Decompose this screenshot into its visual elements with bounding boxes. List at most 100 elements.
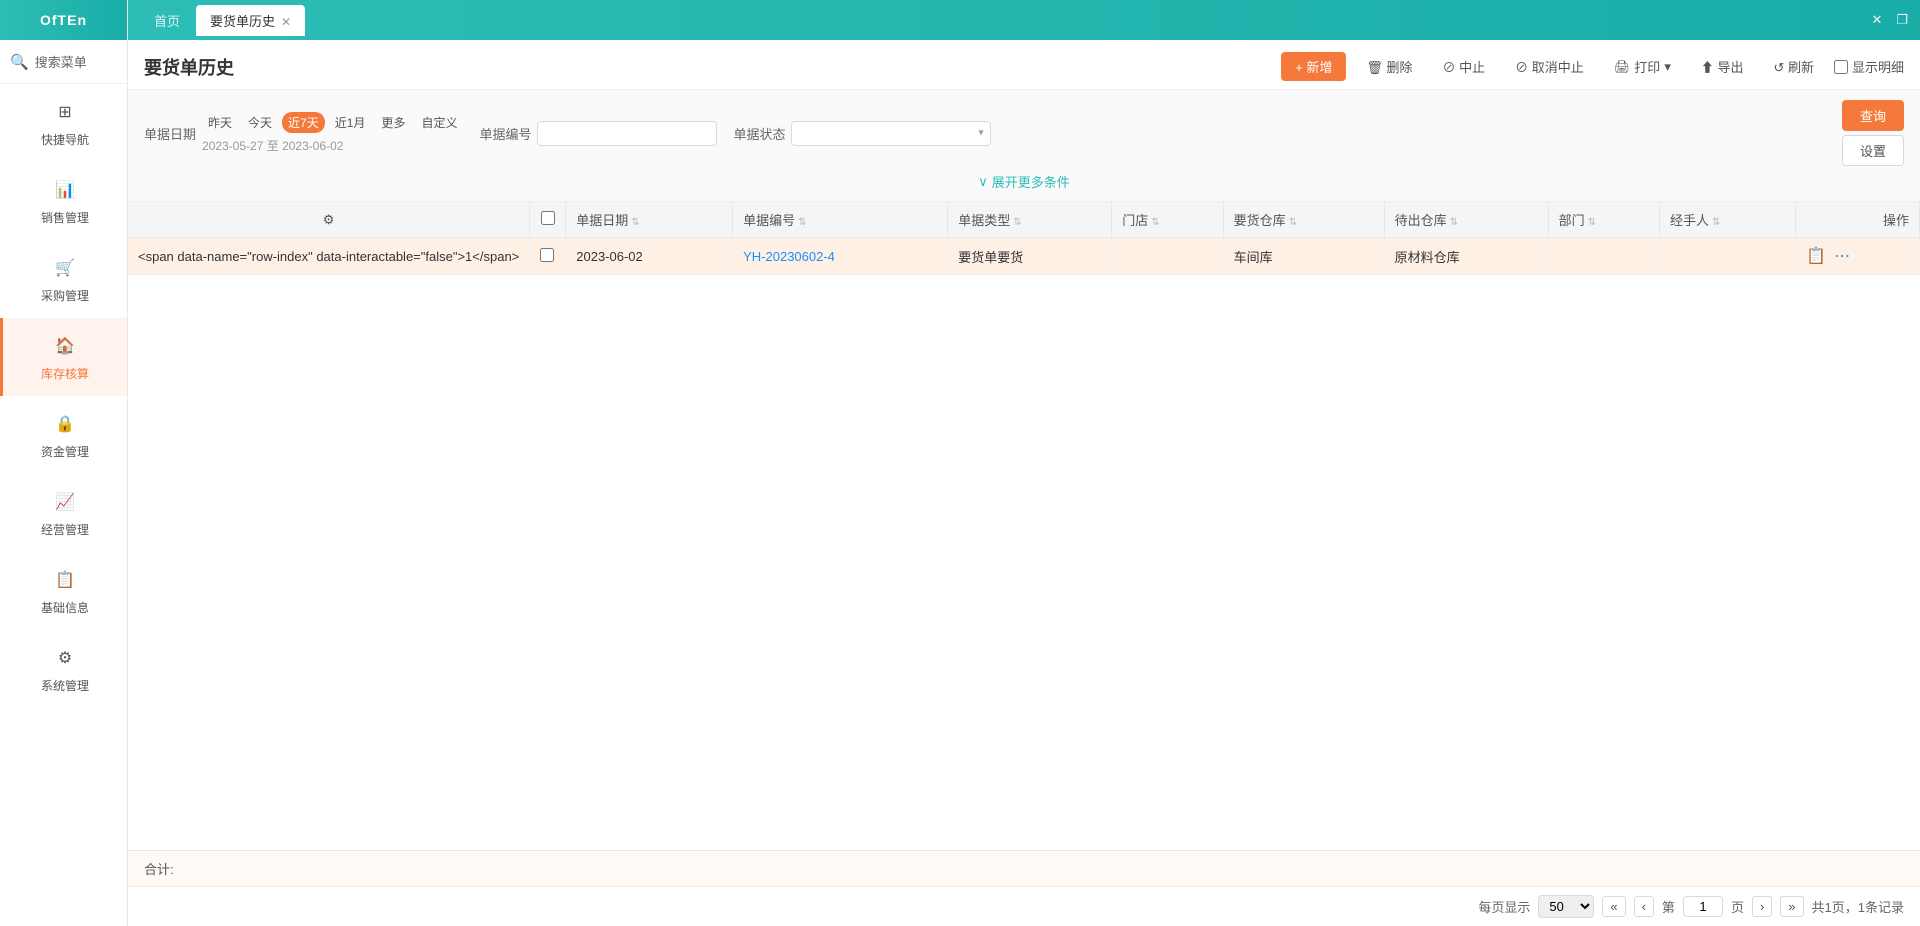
row-index: <span data-name="row-index" data-interac… — [128, 238, 530, 275]
date-shortcut-more[interactable]: 更多 — [375, 112, 411, 133]
page-number-input[interactable] — [1683, 896, 1723, 917]
sidebar-item-purchase-mgmt[interactable]: 🛒 采购管理 — [0, 240, 127, 318]
date-shortcut-custom[interactable]: 自定义 — [415, 112, 463, 133]
prev-page-btn[interactable]: ‹ — [1634, 896, 1654, 917]
sidebar-label-sys-mgmt: 系统管理 — [41, 677, 89, 694]
row-doc-type: 要货单要货 — [948, 238, 1112, 275]
sort-icon-pending_warehouse: ⇅ — [1450, 217, 1458, 228]
date-range-display: 2023-05-27 至 2023-06-02 — [202, 137, 463, 154]
cancel-suspend-button[interactable]: ⊘ 取消中止 — [1505, 52, 1594, 81]
sidebar-icon-inventory: 🏠 — [51, 332, 79, 360]
col-label-req_warehouse: 要货仓库 — [1234, 213, 1286, 228]
col-header-store[interactable]: 门店⇅ — [1112, 202, 1223, 238]
row-department — [1548, 238, 1659, 275]
col-header-doc_type[interactable]: 单据类型⇅ — [948, 202, 1112, 238]
status-select-wrap — [791, 121, 991, 146]
doc-no-input[interactable] — [537, 121, 717, 146]
row-checkbox — [530, 238, 566, 275]
first-page-btn[interactable]: « — [1602, 896, 1625, 917]
date-shortcut-last1month[interactable]: 近1月 — [329, 112, 372, 133]
sidebar-icon-sys-mgmt: ⚙ — [51, 644, 79, 672]
row-doc-no-link[interactable]: YH-20230602-4 — [743, 249, 835, 264]
filter-settings-button[interactable]: 设置 — [1842, 135, 1904, 166]
col-label-doc_date: 单据日期 — [576, 213, 628, 228]
export-button[interactable]: ⬆ 导出 — [1691, 52, 1754, 81]
print-button[interactable]: 🖨 打印 ▾ — [1604, 52, 1681, 81]
page-suffix: 页 — [1731, 897, 1744, 916]
col-label-action: 操作 — [1883, 213, 1909, 228]
edit-icon[interactable]: 📋 — [1806, 246, 1826, 266]
show-detail-checkbox[interactable] — [1834, 60, 1848, 74]
sidebar-item-inventory[interactable]: 🏠 库存核算 — [0, 318, 127, 396]
sidebar-item-sys-mgmt[interactable]: ⚙ 系统管理 — [0, 630, 127, 708]
sidebar-item-basic-info[interactable]: 📋 基础信息 — [0, 552, 127, 630]
col-header-handler[interactable]: 经手人⇅ — [1659, 202, 1795, 238]
date-shortcut-list: 昨天今天近7天近1月更多自定义 — [202, 112, 463, 133]
search-icon: 🔍 — [10, 53, 29, 71]
row-checkbox[interactable] — [540, 248, 554, 262]
page-label: 第 — [1662, 897, 1675, 916]
col-header-doc_no[interactable]: 单据编号⇅ — [733, 202, 948, 238]
tab-close-requisition-history[interactable]: ✕ — [281, 15, 291, 29]
table-settings-icon[interactable]: ⚙ — [323, 212, 335, 227]
toolbar: + 新增 🗑 删除 ⊘ 中止 ⊘ 取消中止 🖨 打印 ▾ ⬆ 导出 ↺ 刷新 显… — [1281, 52, 1904, 81]
more-icon[interactable]: ⋯ — [1834, 246, 1850, 266]
sort-icon-req_warehouse: ⇅ — [1289, 217, 1297, 228]
print-arrow-icon: ▾ — [1664, 59, 1671, 75]
doc-no-label: 单据编号 — [479, 124, 531, 143]
filter-bar: 单据日期 昨天今天近7天近1月更多自定义 2023-05-27 至 2023-0… — [128, 90, 1920, 202]
sidebar-item-finance-mgmt[interactable]: 🔒 资金管理 — [0, 396, 127, 474]
topbar-tab-requisition-history[interactable]: 要货单历史 ✕ — [196, 5, 305, 36]
table-footer: 合计: — [128, 850, 1920, 886]
row-doc-no: YH-20230602-4 — [733, 238, 948, 275]
sidebar-item-ops-mgmt[interactable]: 📈 经营管理 — [0, 474, 127, 552]
new-button[interactable]: + 新增 — [1281, 52, 1346, 81]
col-header-req_warehouse[interactable]: 要货仓库⇅ — [1223, 202, 1384, 238]
sidebar-search[interactable]: 🔍 搜索菜单 — [0, 40, 127, 84]
expand-more-btn[interactable]: ∨ 展开更多条件 — [144, 172, 1904, 191]
expand-more-icon: ∨ — [978, 174, 988, 190]
total-info: 共1页，1条记录 — [1812, 897, 1904, 916]
content-area: 要货单历史 + 新增 🗑 删除 ⊘ 中止 ⊘ 取消中止 🖨 打印 ▾ ⬆ 导出 … — [128, 40, 1920, 926]
row-action: 📋⋯ — [1796, 238, 1920, 275]
main-area: 首页要货单历史✕ ✕ ❐ 要货单历史 + 新增 🗑 删除 ⊘ 中止 ⊘ 取消中止… — [128, 0, 1920, 926]
filter-row: 单据日期 昨天今天近7天近1月更多自定义 2023-05-27 至 2023-0… — [144, 100, 1904, 166]
table-row: <span data-name="row-index" data-interac… — [128, 238, 1920, 275]
tab-label-requisition-history: 要货单历史 — [210, 14, 275, 29]
sidebar-icon-ops-mgmt: 📈 — [51, 488, 79, 516]
refresh-button[interactable]: ↺ 刷新 — [1763, 52, 1824, 81]
window-close-btn[interactable]: ✕ — [1871, 12, 1882, 28]
col-header-department[interactable]: 部门⇅ — [1548, 202, 1659, 238]
sidebar-label-basic-info: 基础信息 — [41, 599, 89, 616]
date-shortcut-today[interactable]: 今天 — [242, 112, 278, 133]
page-header: 要货单历史 + 新增 🗑 删除 ⊘ 中止 ⊘ 取消中止 🖨 打印 ▾ ⬆ 导出 … — [128, 40, 1920, 90]
print-label: 打印 — [1634, 57, 1660, 76]
col-header-pending_warehouse[interactable]: 待出仓库⇅ — [1384, 202, 1548, 238]
page-title: 要货单历史 — [144, 54, 234, 80]
query-button[interactable]: 查询 — [1842, 100, 1904, 131]
pagination: 每页显示 2050100200 « ‹ 第 页 › » 共1页，1条记录 — [128, 886, 1920, 926]
suspend-button[interactable]: ⊘ 中止 — [1433, 52, 1496, 81]
status-select[interactable] — [791, 121, 991, 146]
date-shortcut-last7days[interactable]: 近7天 — [282, 112, 325, 133]
col-header-doc_date[interactable]: 单据日期⇅ — [566, 202, 733, 238]
sidebar-item-quick-nav[interactable]: ⊞ 快捷导航 — [0, 84, 127, 162]
date-filter-group: 单据日期 昨天今天近7天近1月更多自定义 2023-05-27 至 2023-0… — [144, 112, 463, 154]
window-restore-btn[interactable]: ❐ — [1896, 12, 1908, 28]
last-page-btn[interactable]: » — [1780, 896, 1803, 917]
data-table: ⚙单据日期⇅单据编号⇅单据类型⇅门店⇅要货仓库⇅待出仓库⇅部门⇅经手人⇅操作 <… — [128, 202, 1920, 275]
topbar-tab-home[interactable]: 首页 — [140, 5, 194, 36]
delete-button[interactable]: 🗑 删除 — [1356, 52, 1422, 81]
page-size-select[interactable]: 2050100200 — [1538, 895, 1594, 918]
select-all-checkbox[interactable] — [541, 211, 555, 225]
col-header-action: 操作 — [1796, 202, 1920, 238]
sidebar-item-sales-mgmt[interactable]: 📊 销售管理 — [0, 162, 127, 240]
next-page-btn[interactable]: › — [1752, 896, 1772, 917]
col-label-store: 门店 — [1122, 213, 1148, 228]
topbar-controls: ✕ ❐ — [1871, 12, 1908, 28]
row-action-icons: 📋⋯ — [1806, 246, 1909, 266]
show-detail-text: 显示明细 — [1852, 57, 1904, 76]
sidebar-icon-quick-nav: ⊞ — [51, 98, 79, 126]
date-shortcut-yesterday[interactable]: 昨天 — [202, 112, 238, 133]
show-detail-checkbox-label[interactable]: 显示明细 — [1834, 57, 1904, 76]
